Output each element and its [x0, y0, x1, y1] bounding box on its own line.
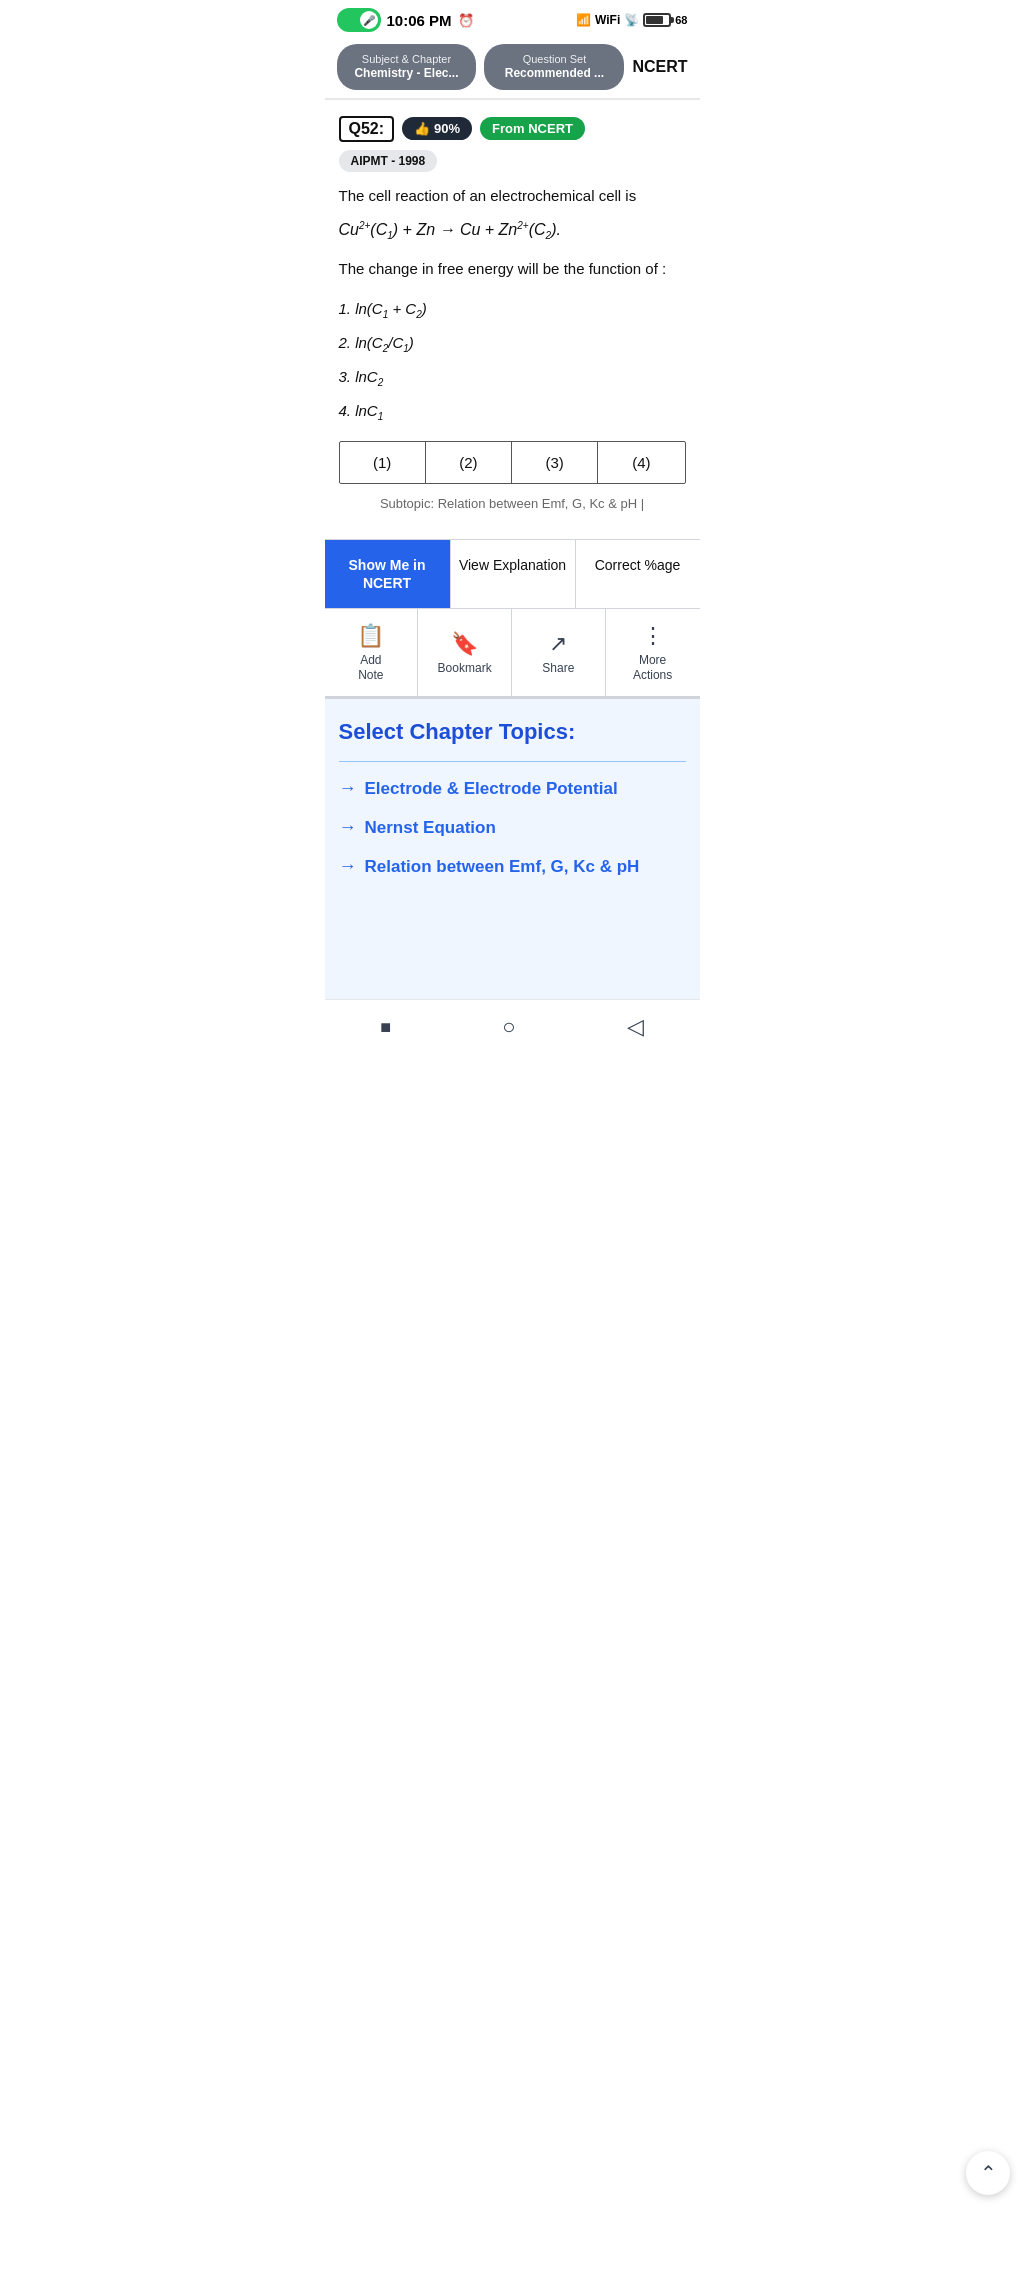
ncert-header-label: NCERT: [632, 58, 687, 76]
subject-chapter-label: Subject & Chapter: [351, 52, 463, 66]
aipmt-badge: AIPMT - 1998: [339, 150, 438, 172]
more-actions-button[interactable]: ⋮ MoreActions: [606, 609, 700, 696]
question-number: Q52:: [339, 116, 395, 142]
bookmark-button[interactable]: 🔖 Bookmark: [418, 609, 512, 696]
question-area: Q52: 👍 90% From NCERT AIPMT - 1998 The c…: [325, 100, 700, 539]
share-label: Share: [542, 661, 574, 675]
battery-icon: [643, 13, 671, 27]
question-set-label: Question Set: [498, 52, 610, 66]
option-3: 3. lnC2: [339, 365, 686, 391]
chapter-topics-section: Select Chapter Topics: → Electrode & Ele…: [325, 699, 700, 999]
mic-toggle[interactable]: 🎤: [337, 8, 381, 32]
question-set-value: Recommended ...: [498, 66, 610, 82]
add-note-icon: 📋: [357, 623, 384, 649]
show-me-in-ncert-button[interactable]: Show Me inNCERT: [325, 540, 450, 608]
answer-cell-2[interactable]: (2): [426, 442, 512, 483]
top-nav: Subject & Chapter Chemistry - Elec... Qu…: [325, 36, 700, 100]
data-icon: 📡: [624, 13, 639, 27]
like-badge: 👍 90%: [402, 117, 472, 140]
more-actions-icon: ⋮: [642, 623, 664, 649]
bookmark-icon: 🔖: [451, 631, 478, 657]
status-time: 10:06 PM: [387, 12, 452, 29]
question-set-pill[interactable]: Question Set Recommended ...: [484, 44, 624, 90]
back-square-button[interactable]: ■: [360, 1013, 411, 1042]
topic-arrow-1: →: [339, 778, 357, 799]
topic-arrow-2: →: [339, 817, 357, 838]
status-right: 📶 WiFi 📡 68: [576, 13, 687, 27]
status-left: 🎤 10:06 PM ⏰: [337, 8, 474, 32]
topic-text-2: Nernst Equation: [365, 818, 496, 838]
correct-percentage-button[interactable]: Correct %age: [575, 540, 700, 608]
action-row-2: 📋 AddNote 🔖 Bookmark ↗ Share ⋮ MoreActio…: [325, 608, 700, 699]
wifi-icon: WiFi: [595, 13, 620, 27]
answer-cell-4[interactable]: (4): [598, 442, 684, 483]
action-row-1: Show Me inNCERT View Explanation Correct…: [325, 539, 700, 608]
question-header: Q52: 👍 90% From NCERT AIPMT - 1998: [339, 116, 686, 172]
subject-chapter-value: Chemistry - Elec...: [351, 66, 463, 82]
topic-text-3: Relation between Emf, G, Kc & pH: [365, 857, 640, 877]
back-triangle-button[interactable]: ◁: [607, 1010, 664, 1044]
question-formula: Cu2+(C1) + Zn → Cu + Zn2+(C2).: [339, 216, 686, 245]
battery-percent: 68: [675, 14, 687, 26]
subtopic-label: Subtopic: Relation between Emf, G, Kc & …: [339, 496, 686, 523]
share-button[interactable]: ↗ Share: [512, 609, 606, 696]
bottom-nav: ■ ○ ◁: [325, 999, 700, 1058]
battery-fill: [646, 16, 663, 24]
topic-item-1[interactable]: → Electrode & Electrode Potential: [339, 778, 686, 799]
topic-arrow-3: →: [339, 856, 357, 877]
option-2: 2. ln(C2/C1): [339, 331, 686, 357]
signal-icon: 📶: [576, 13, 591, 27]
topics-divider: [339, 761, 686, 762]
chapter-topics-heading: Select Chapter Topics:: [339, 719, 686, 745]
status-bar: 🎤 10:06 PM ⏰ 📶 WiFi 📡 68: [325, 0, 700, 36]
option-1: 1. ln(C1 + C2): [339, 297, 686, 323]
answer-options: 1. ln(C1 + C2) 2. ln(C2/C1) 3. lnC2 4. l…: [339, 297, 686, 425]
alarm-icon: ⏰: [458, 13, 474, 28]
more-actions-label: MoreActions: [633, 653, 672, 682]
from-ncert-badge: From NCERT: [480, 117, 585, 140]
thumbs-up-icon: 👍: [414, 121, 430, 136]
like-percent: 90%: [434, 121, 460, 136]
subject-chapter-pill[interactable]: Subject & Chapter Chemistry - Elec...: [337, 44, 477, 90]
share-icon: ↗: [549, 631, 567, 657]
topic-text-1: Electrode & Electrode Potential: [365, 779, 618, 799]
answer-cell-1[interactable]: (1): [340, 442, 426, 483]
answer-cell-3[interactable]: (3): [512, 442, 598, 483]
topic-item-2[interactable]: → Nernst Equation: [339, 817, 686, 838]
home-circle-button[interactable]: ○: [482, 1010, 535, 1044]
topic-item-3[interactable]: → Relation between Emf, G, Kc & pH: [339, 856, 686, 877]
view-explanation-button[interactable]: View Explanation: [450, 540, 575, 608]
mic-knob: 🎤: [360, 11, 378, 29]
question-text-1: The cell reaction of an electrochemical …: [339, 184, 686, 208]
add-note-button[interactable]: 📋 AddNote: [325, 609, 419, 696]
bookmark-label: Bookmark: [438, 661, 492, 675]
question-text-2: The change in free energy will be the fu…: [339, 257, 686, 281]
add-note-label: AddNote: [358, 653, 383, 682]
answer-grid: (1) (2) (3) (4): [339, 441, 686, 484]
option-4: 4. lnC1: [339, 399, 686, 425]
